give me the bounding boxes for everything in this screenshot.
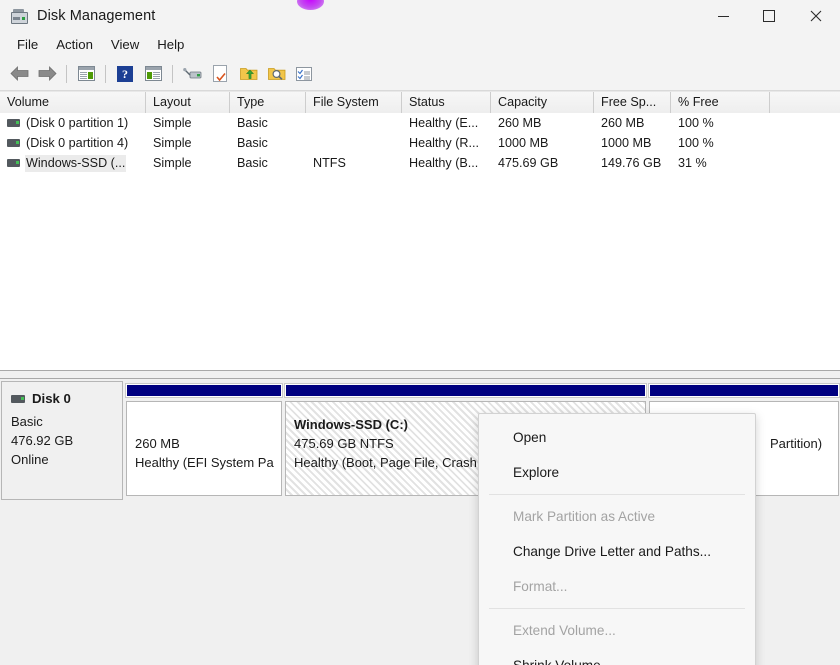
menu-help[interactable]: Help — [148, 35, 193, 54]
close-icon[interactable] — [792, 0, 840, 32]
column-header-file-system[interactable]: File System — [306, 92, 402, 113]
context-menu-item-shrink-volume[interactable]: Shrink Volume... — [479, 648, 755, 665]
cell-layout: Simple — [146, 133, 230, 153]
partition-efi[interactable]: 260 MB Healthy (EFI System Pa — [126, 381, 282, 500]
cell-file-system — [306, 133, 402, 153]
column-header-blank[interactable] — [770, 92, 840, 113]
menu-file[interactable]: File — [8, 35, 47, 54]
disk-info-panel[interactable]: Disk 0 Basic 476.92 GB Online — [1, 381, 123, 500]
column-header-status[interactable]: Status — [402, 92, 491, 113]
minimize-icon[interactable] — [700, 0, 746, 32]
context-menu-item-extend-volume: Extend Volume... — [479, 613, 755, 648]
properties-document-icon[interactable] — [206, 61, 234, 87]
volume-disk-icon — [7, 119, 20, 127]
partition-color-bar — [649, 384, 839, 397]
partition-body: 260 MB Healthy (EFI System Pa — [126, 401, 282, 496]
volume-disk-icon — [7, 139, 20, 147]
context-menu-item-change-drive-letter-and-paths[interactable]: Change Drive Letter and Paths... — [479, 534, 755, 569]
cell-free-space: 1000 MB — [594, 133, 671, 153]
partition-size: 260 MB — [135, 434, 275, 453]
toolbar-separator — [105, 65, 106, 83]
search-folder-icon[interactable] — [262, 61, 290, 87]
cell-layout: Simple — [146, 113, 230, 133]
context-menu-item-mark-partition-as-active: Mark Partition as Active — [479, 499, 755, 534]
context-menu-separator — [489, 494, 745, 495]
partition-color-bar — [126, 384, 282, 397]
context-menu: Open Explore Mark Partition as Active Ch… — [478, 413, 756, 665]
back-arrow-icon[interactable] — [5, 61, 33, 87]
disk-management-window: Disk Management File Action View Help — [0, 0, 840, 665]
cell-free-space: 260 MB — [594, 113, 671, 133]
cell-type: Basic — [230, 153, 306, 173]
cell-file-system: NTFS — [306, 153, 402, 173]
menu-action[interactable]: Action — [47, 35, 102, 54]
partition-status: Healthy (EFI System Pa — [135, 453, 275, 472]
export-list-icon[interactable] — [234, 61, 262, 87]
cell-volume: (Disk 0 partition 4) — [0, 133, 146, 153]
cell-type: Basic — [230, 113, 306, 133]
cell-volume: (Disk 0 partition 1) — [0, 113, 146, 133]
volume-list-pane: Volume Layout Type File System Status Ca… — [0, 91, 840, 370]
help-icon[interactable]: ? — [111, 61, 139, 87]
table-row[interactable]: Windows-SSD (... Simple Basic NTFS Healt… — [0, 153, 840, 173]
partition-color-bar — [285, 384, 646, 397]
cell-status: Healthy (R... — [402, 133, 491, 153]
cell-layout: Simple — [146, 153, 230, 173]
disk-size: 476.92 GB — [11, 431, 122, 450]
disk-title: Disk 0 — [11, 391, 122, 406]
cell-percent-free: 100 % — [671, 133, 770, 153]
disk-status: Online — [11, 450, 122, 469]
menu-view[interactable]: View — [102, 35, 148, 54]
volume-disk-icon — [7, 159, 20, 167]
volume-list-header: Volume Layout Type File System Status Ca… — [0, 91, 840, 113]
toolbar-separator — [66, 65, 67, 83]
cell-percent-free: 100 % — [671, 113, 770, 133]
toolbar-separator — [172, 65, 173, 83]
column-header-layout[interactable]: Layout — [146, 92, 230, 113]
disk-icon — [11, 395, 25, 403]
cell-status: Healthy (B... — [402, 153, 491, 173]
column-header-percent-free[interactable]: % Free — [671, 92, 770, 113]
cell-capacity: 1000 MB — [491, 133, 594, 153]
cell-volume: Windows-SSD (... — [0, 153, 146, 173]
context-menu-item-format: Format... — [479, 569, 755, 604]
pane-splitter[interactable] — [0, 370, 840, 379]
title-bar: Disk Management — [0, 0, 840, 32]
disk-name: Disk 0 — [32, 391, 71, 406]
window-title: Disk Management — [37, 8, 155, 24]
show-hide-action-pane-icon[interactable] — [139, 61, 167, 87]
column-header-volume[interactable]: Volume — [0, 92, 146, 113]
cell-free-space: 149.76 GB — [594, 153, 671, 173]
context-menu-item-open[interactable]: Open — [479, 420, 755, 455]
table-row[interactable]: (Disk 0 partition 1) Simple Basic Health… — [0, 113, 840, 133]
cell-capacity: 475.69 GB — [491, 153, 594, 173]
menu-bar: File Action View Help — [0, 32, 840, 57]
window-controls — [700, 0, 840, 32]
context-menu-separator — [489, 608, 745, 609]
disk-management-icon — [10, 8, 28, 24]
column-header-free-space[interactable]: Free Sp... — [594, 92, 671, 113]
column-header-capacity[interactable]: Capacity — [491, 92, 594, 113]
toolbar: ? — [0, 57, 840, 91]
rescan-disks-icon[interactable] — [178, 61, 206, 87]
cell-status: Healthy (E... — [402, 113, 491, 133]
cell-percent-free: 31 % — [671, 153, 770, 173]
cell-capacity: 260 MB — [491, 113, 594, 133]
details-list-icon[interactable] — [290, 61, 318, 87]
volume-list-body: (Disk 0 partition 1) Simple Basic Health… — [0, 113, 840, 173]
forward-arrow-icon[interactable] — [33, 61, 61, 87]
table-row[interactable]: (Disk 0 partition 4) Simple Basic Health… — [0, 133, 840, 153]
cell-file-system — [306, 113, 402, 133]
show-hide-console-tree-icon[interactable] — [72, 61, 100, 87]
context-menu-item-explore[interactable]: Explore — [479, 455, 755, 490]
column-header-type[interactable]: Type — [230, 92, 306, 113]
cell-type: Basic — [230, 133, 306, 153]
maximize-icon[interactable] — [746, 0, 792, 32]
disk-type: Basic — [11, 412, 122, 431]
